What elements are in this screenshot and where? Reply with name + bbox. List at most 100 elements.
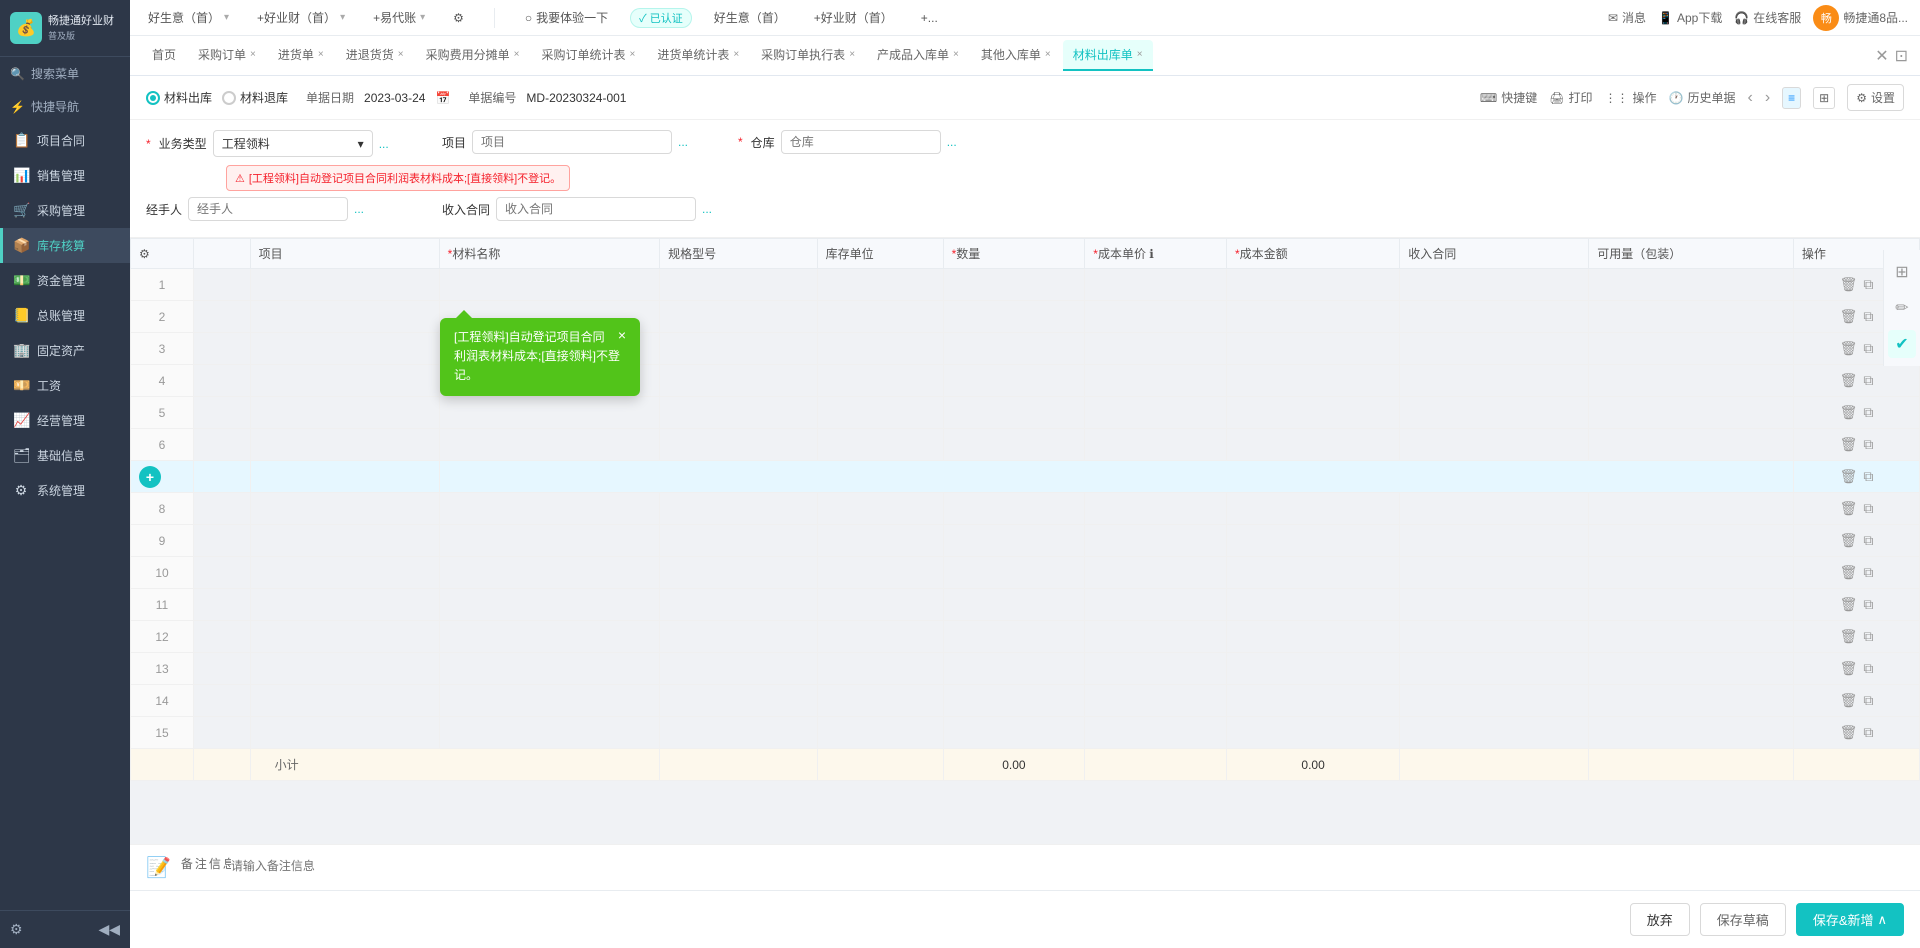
history-btn[interactable]: 🕐 历史单据	[1669, 89, 1736, 106]
cost-amount-cell[interactable]	[1227, 333, 1400, 365]
tab-material-outbound[interactable]: 材料出库单 ×	[1063, 40, 1153, 71]
spec-cell[interactable]	[660, 333, 817, 365]
project-input[interactable]	[472, 130, 672, 154]
unit-cell[interactable]	[817, 397, 943, 429]
nav-next-btn[interactable]: ›	[1765, 89, 1770, 107]
right-panel-icon-2[interactable]: ✏	[1888, 294, 1916, 322]
sidebar-item-payroll[interactable]: 💴 工资	[0, 368, 130, 403]
print-btn[interactable]: 🖨 打印	[1549, 89, 1592, 106]
copy-row-icon[interactable]: ⧉	[1863, 628, 1873, 645]
sidebar-item-purchase[interactable]: 🛒 采购管理	[0, 193, 130, 228]
app-download-btn[interactable]: 📱 App下载	[1658, 9, 1722, 26]
business-type-select[interactable]: 工程领料 ▾	[213, 130, 373, 157]
copy-row-icon[interactable]: ⧉	[1863, 308, 1873, 325]
project-cell[interactable]	[250, 397, 439, 429]
available-cell[interactable]	[1589, 333, 1794, 365]
nav-trial[interactable]: ○ 我要体验一下	[519, 9, 614, 26]
search-menu[interactable]: 🔍 搜索菜单	[0, 57, 130, 90]
view-list-btn[interactable]: ≡	[1782, 87, 1801, 109]
th-settings[interactable]: ⚙	[131, 239, 194, 269]
delete-row-icon[interactable]: 🗑	[1840, 596, 1858, 613]
sidebar-item-finance[interactable]: 💵 资金管理	[0, 263, 130, 298]
sidebar-item-inventory[interactable]: 📦 库存核算	[0, 228, 130, 263]
delete-row-icon[interactable]: 🗑	[1840, 436, 1858, 453]
nav-more[interactable]: +...	[915, 11, 944, 25]
settings-bottom-icon[interactable]: ⚙	[10, 921, 23, 938]
project-link[interactable]: ...	[678, 135, 688, 149]
available-cell[interactable]	[1589, 365, 1794, 397]
project-cell[interactable]	[250, 269, 439, 301]
sidebar-item-operations[interactable]: 📈 经营管理	[0, 403, 130, 438]
tab-close-icon[interactable]: ×	[514, 49, 520, 60]
nav-prev-btn[interactable]: ‹	[1747, 89, 1752, 107]
tab-purchase-stats[interactable]: 采购订单统计表 ×	[531, 40, 645, 71]
delete-row-icon[interactable]: 🗑	[1840, 404, 1858, 421]
delete-row-icon[interactable]: 🗑	[1840, 276, 1858, 293]
shortcut-btn[interactable]: ⌨ 快捷键	[1480, 89, 1537, 106]
save-draft-button[interactable]: 保存草稿	[1700, 903, 1786, 936]
material-cell[interactable]	[439, 397, 659, 429]
income-contract-link[interactable]: ...	[702, 202, 712, 216]
qty-cell[interactable]	[943, 397, 1085, 429]
delete-row-icon[interactable]: 🗑	[1840, 500, 1858, 517]
tab-close-icon[interactable]: ×	[849, 49, 855, 60]
income-contract-input[interactable]	[496, 197, 696, 221]
nav-easy-account[interactable]: +易代账 ▾	[367, 9, 431, 26]
table-scroll[interactable]: ⚙ 项目 *材料名称 规格型号 库存单位 *数量 *成本单价 ℹ *成本金额 收…	[130, 238, 1920, 844]
tab-close-icon[interactable]: ×	[318, 49, 324, 60]
available-cell[interactable]	[1589, 269, 1794, 301]
cost-amount-cell[interactable]	[1227, 301, 1400, 333]
tab-close-icon[interactable]: ×	[629, 49, 635, 60]
spec-cell[interactable]	[660, 365, 817, 397]
delete-row-icon[interactable]: 🗑	[1840, 692, 1858, 709]
cost-amount-cell[interactable]	[1227, 269, 1400, 301]
cost-amount-cell[interactable]	[1227, 365, 1400, 397]
copy-row-icon[interactable]: ⧉	[1863, 532, 1873, 549]
tab-close-icon[interactable]: ×	[1137, 49, 1143, 60]
tab-home[interactable]: 首页	[142, 40, 186, 71]
delete-row-icon[interactable]: 🗑	[1840, 468, 1858, 485]
delete-row-icon[interactable]: 🗑	[1840, 532, 1858, 549]
nav-settings-icon[interactable]: ⚙	[447, 11, 470, 25]
copy-row-icon[interactable]: ⧉	[1863, 276, 1873, 293]
nav-good-wealth[interactable]: +好业财（首） ▾	[251, 9, 351, 26]
sidebar-item-project[interactable]: 📋 项目合同	[0, 123, 130, 158]
tab-close-icon[interactable]: ×	[953, 49, 959, 60]
income-contract-cell[interactable]	[1400, 365, 1589, 397]
tab-close-icon[interactable]: ×	[733, 49, 739, 60]
tab-purchase-fee[interactable]: 采购费用分摊单 ×	[416, 40, 530, 71]
tooltip-close-btn[interactable]: ×	[618, 328, 626, 342]
add-row-btn[interactable]: +	[139, 466, 161, 488]
user-area[interactable]: 畅 畅捷通8品...	[1813, 5, 1908, 31]
income-contract-cell[interactable]	[1400, 429, 1589, 461]
cost-price-cell[interactable]	[1085, 429, 1227, 461]
cost-amount-cell[interactable]	[1227, 429, 1400, 461]
tab-purchase-order[interactable]: 采购订单 ×	[188, 40, 266, 71]
sidebar-item-accounting[interactable]: 📒 总账管理	[0, 298, 130, 333]
business-type-link[interactable]: ...	[379, 137, 389, 151]
settings-btn[interactable]: ⚙ 设置	[1847, 84, 1904, 111]
copy-row-icon[interactable]: ⧉	[1863, 500, 1873, 517]
project-cell[interactable]	[250, 301, 439, 333]
income-contract-cell[interactable]	[1400, 397, 1589, 429]
operations-btn[interactable]: ⋮⋮ 操作	[1605, 89, 1657, 106]
unit-cell[interactable]	[817, 333, 943, 365]
cost-price-cell[interactable]	[1085, 365, 1227, 397]
sidebar-item-system[interactable]: ⚙ 系统管理	[0, 473, 130, 508]
delete-row-icon[interactable]: 🗑	[1840, 628, 1858, 645]
copy-row-icon[interactable]: ⧉	[1863, 468, 1873, 485]
message-btn[interactable]: ✉ 消息	[1608, 9, 1646, 26]
tab-other-inbound[interactable]: 其他入库单 ×	[971, 40, 1061, 71]
collapse-icon[interactable]: ◀◀	[98, 921, 120, 938]
project-cell[interactable]	[250, 333, 439, 365]
tab-close-icon[interactable]: ×	[398, 49, 404, 60]
delete-row-icon[interactable]: 🗑	[1840, 724, 1858, 741]
copy-row-icon[interactable]: ⧉	[1863, 372, 1873, 389]
tab-inbound-stats[interactable]: 进货单统计表 ×	[647, 40, 749, 71]
discard-button[interactable]: 放弃	[1630, 903, 1690, 936]
handler-link[interactable]: ...	[354, 202, 364, 216]
right-panel-icon-1[interactable]: ⊞	[1888, 258, 1916, 286]
tab-close-icon[interactable]: ×	[1045, 49, 1051, 60]
qty-cell[interactable]	[943, 301, 1085, 333]
right-panel-icon-3[interactable]: ✔	[1888, 330, 1916, 358]
